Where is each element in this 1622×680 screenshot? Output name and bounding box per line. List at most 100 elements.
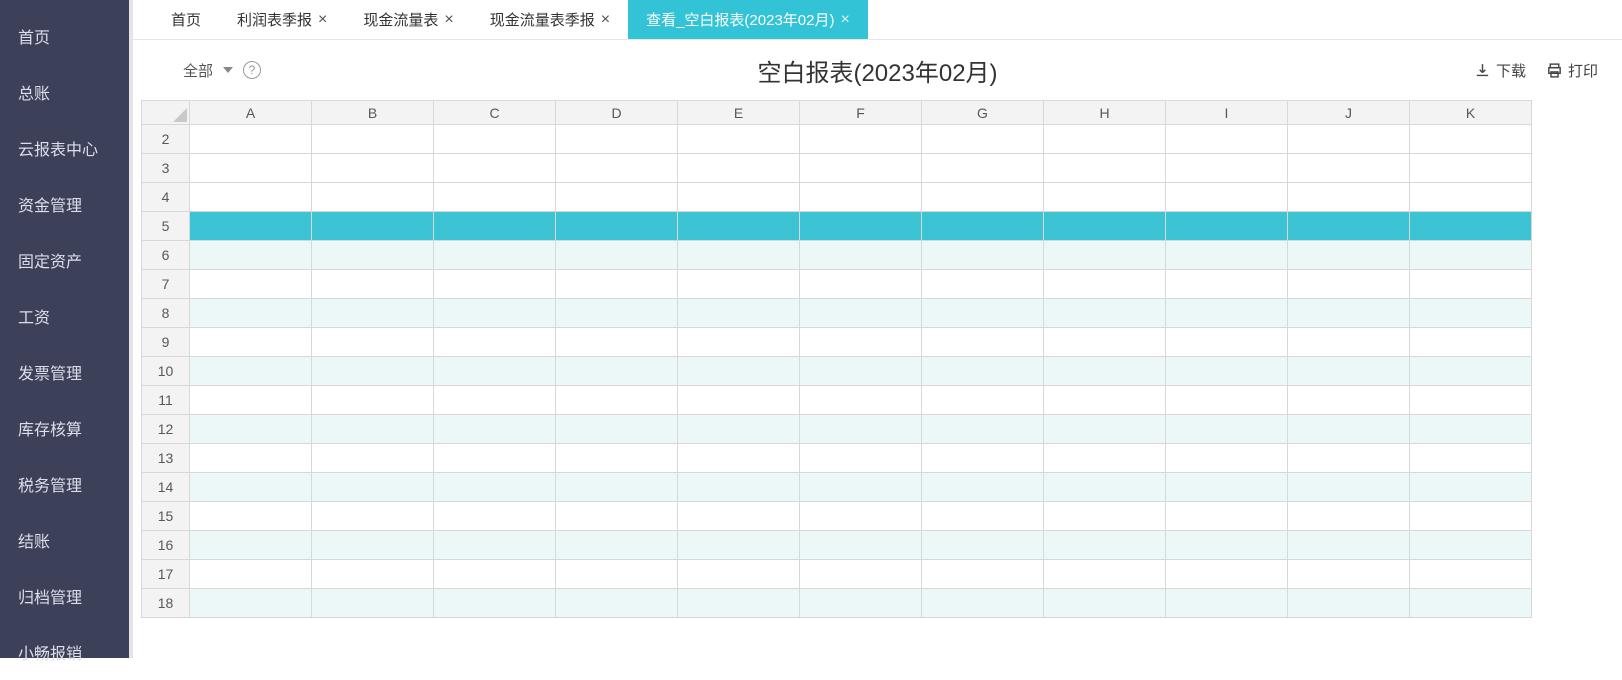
cell-D10[interactable] [556, 357, 678, 386]
spreadsheet[interactable]: ABCDEFGHIJK23456789101112131415161718 [141, 100, 1532, 618]
cell-H4[interactable] [1044, 183, 1166, 212]
cell-G2[interactable] [922, 125, 1044, 154]
cell-K7[interactable] [1410, 270, 1532, 299]
cell-E16[interactable] [678, 531, 800, 560]
sidebar-item-3[interactable]: 资金管理 [0, 176, 129, 232]
corner-cell[interactable] [142, 101, 190, 125]
cell-E11[interactable] [678, 386, 800, 415]
cell-K6[interactable] [1410, 241, 1532, 270]
cell-F10[interactable] [800, 357, 922, 386]
cell-I8[interactable] [1166, 299, 1288, 328]
cell-J3[interactable] [1288, 154, 1410, 183]
cell-A2[interactable] [190, 125, 312, 154]
cell-H15[interactable] [1044, 502, 1166, 531]
cell-K5[interactable] [1410, 212, 1532, 241]
cell-F2[interactable] [800, 125, 922, 154]
cell-I12[interactable] [1166, 415, 1288, 444]
cell-D17[interactable] [556, 560, 678, 589]
cell-H7[interactable] [1044, 270, 1166, 299]
column-header-K[interactable]: K [1410, 101, 1532, 125]
cell-G3[interactable] [922, 154, 1044, 183]
cell-K16[interactable] [1410, 531, 1532, 560]
cell-J10[interactable] [1288, 357, 1410, 386]
cell-A17[interactable] [190, 560, 312, 589]
cell-B10[interactable] [312, 357, 434, 386]
cell-E14[interactable] [678, 473, 800, 502]
cell-C7[interactable] [434, 270, 556, 299]
cell-D4[interactable] [556, 183, 678, 212]
cell-K9[interactable] [1410, 328, 1532, 357]
cell-D18[interactable] [556, 589, 678, 618]
cell-G7[interactable] [922, 270, 1044, 299]
close-icon[interactable]: × [840, 12, 849, 28]
row-header-7[interactable]: 7 [142, 270, 190, 299]
cell-I6[interactable] [1166, 241, 1288, 270]
cell-D9[interactable] [556, 328, 678, 357]
cell-H6[interactable] [1044, 241, 1166, 270]
cell-F6[interactable] [800, 241, 922, 270]
filter-dropdown[interactable]: 全部 ? [183, 60, 261, 81]
cell-C5[interactable] [434, 212, 556, 241]
sidebar-item-0[interactable]: 首页 [0, 8, 129, 64]
cell-A10[interactable] [190, 357, 312, 386]
cell-J11[interactable] [1288, 386, 1410, 415]
cell-B2[interactable] [312, 125, 434, 154]
cell-E2[interactable] [678, 125, 800, 154]
cell-G5[interactable] [922, 212, 1044, 241]
help-icon[interactable]: ? [243, 61, 261, 79]
cell-H18[interactable] [1044, 589, 1166, 618]
cell-D16[interactable] [556, 531, 678, 560]
cell-C14[interactable] [434, 473, 556, 502]
cell-A9[interactable] [190, 328, 312, 357]
cell-H13[interactable] [1044, 444, 1166, 473]
cell-K10[interactable] [1410, 357, 1532, 386]
cell-A18[interactable] [190, 589, 312, 618]
cell-H16[interactable] [1044, 531, 1166, 560]
row-header-5[interactable]: 5 [142, 212, 190, 241]
cell-A3[interactable] [190, 154, 312, 183]
cell-D2[interactable] [556, 125, 678, 154]
cell-C9[interactable] [434, 328, 556, 357]
cell-C3[interactable] [434, 154, 556, 183]
cell-H5[interactable] [1044, 212, 1166, 241]
cell-J6[interactable] [1288, 241, 1410, 270]
close-icon[interactable]: × [601, 12, 610, 28]
cell-D11[interactable] [556, 386, 678, 415]
cell-B5[interactable] [312, 212, 434, 241]
column-header-I[interactable]: I [1166, 101, 1288, 125]
cell-H17[interactable] [1044, 560, 1166, 589]
cell-J18[interactable] [1288, 589, 1410, 618]
cell-D15[interactable] [556, 502, 678, 531]
cell-G10[interactable] [922, 357, 1044, 386]
close-icon[interactable]: × [444, 12, 453, 28]
sidebar-item-1[interactable]: 总账 [0, 64, 129, 120]
cell-B13[interactable] [312, 444, 434, 473]
cell-E13[interactable] [678, 444, 800, 473]
cell-E3[interactable] [678, 154, 800, 183]
cell-F11[interactable] [800, 386, 922, 415]
cell-A14[interactable] [190, 473, 312, 502]
row-header-13[interactable]: 13 [142, 444, 190, 473]
cell-F17[interactable] [800, 560, 922, 589]
cell-J12[interactable] [1288, 415, 1410, 444]
cell-J4[interactable] [1288, 183, 1410, 212]
cell-A8[interactable] [190, 299, 312, 328]
cell-D7[interactable] [556, 270, 678, 299]
cell-K11[interactable] [1410, 386, 1532, 415]
cell-C6[interactable] [434, 241, 556, 270]
cell-E8[interactable] [678, 299, 800, 328]
cell-K17[interactable] [1410, 560, 1532, 589]
cell-C15[interactable] [434, 502, 556, 531]
row-header-10[interactable]: 10 [142, 357, 190, 386]
sidebar-item-4[interactable]: 固定资产 [0, 232, 129, 288]
cell-G16[interactable] [922, 531, 1044, 560]
column-header-G[interactable]: G [922, 101, 1044, 125]
cell-G9[interactable] [922, 328, 1044, 357]
cell-E4[interactable] [678, 183, 800, 212]
cell-E18[interactable] [678, 589, 800, 618]
cell-C18[interactable] [434, 589, 556, 618]
tab-0[interactable]: 首页 [153, 0, 219, 39]
cell-E5[interactable] [678, 212, 800, 241]
cell-K3[interactable] [1410, 154, 1532, 183]
sidebar-item-10[interactable]: 归档管理 [0, 568, 129, 624]
